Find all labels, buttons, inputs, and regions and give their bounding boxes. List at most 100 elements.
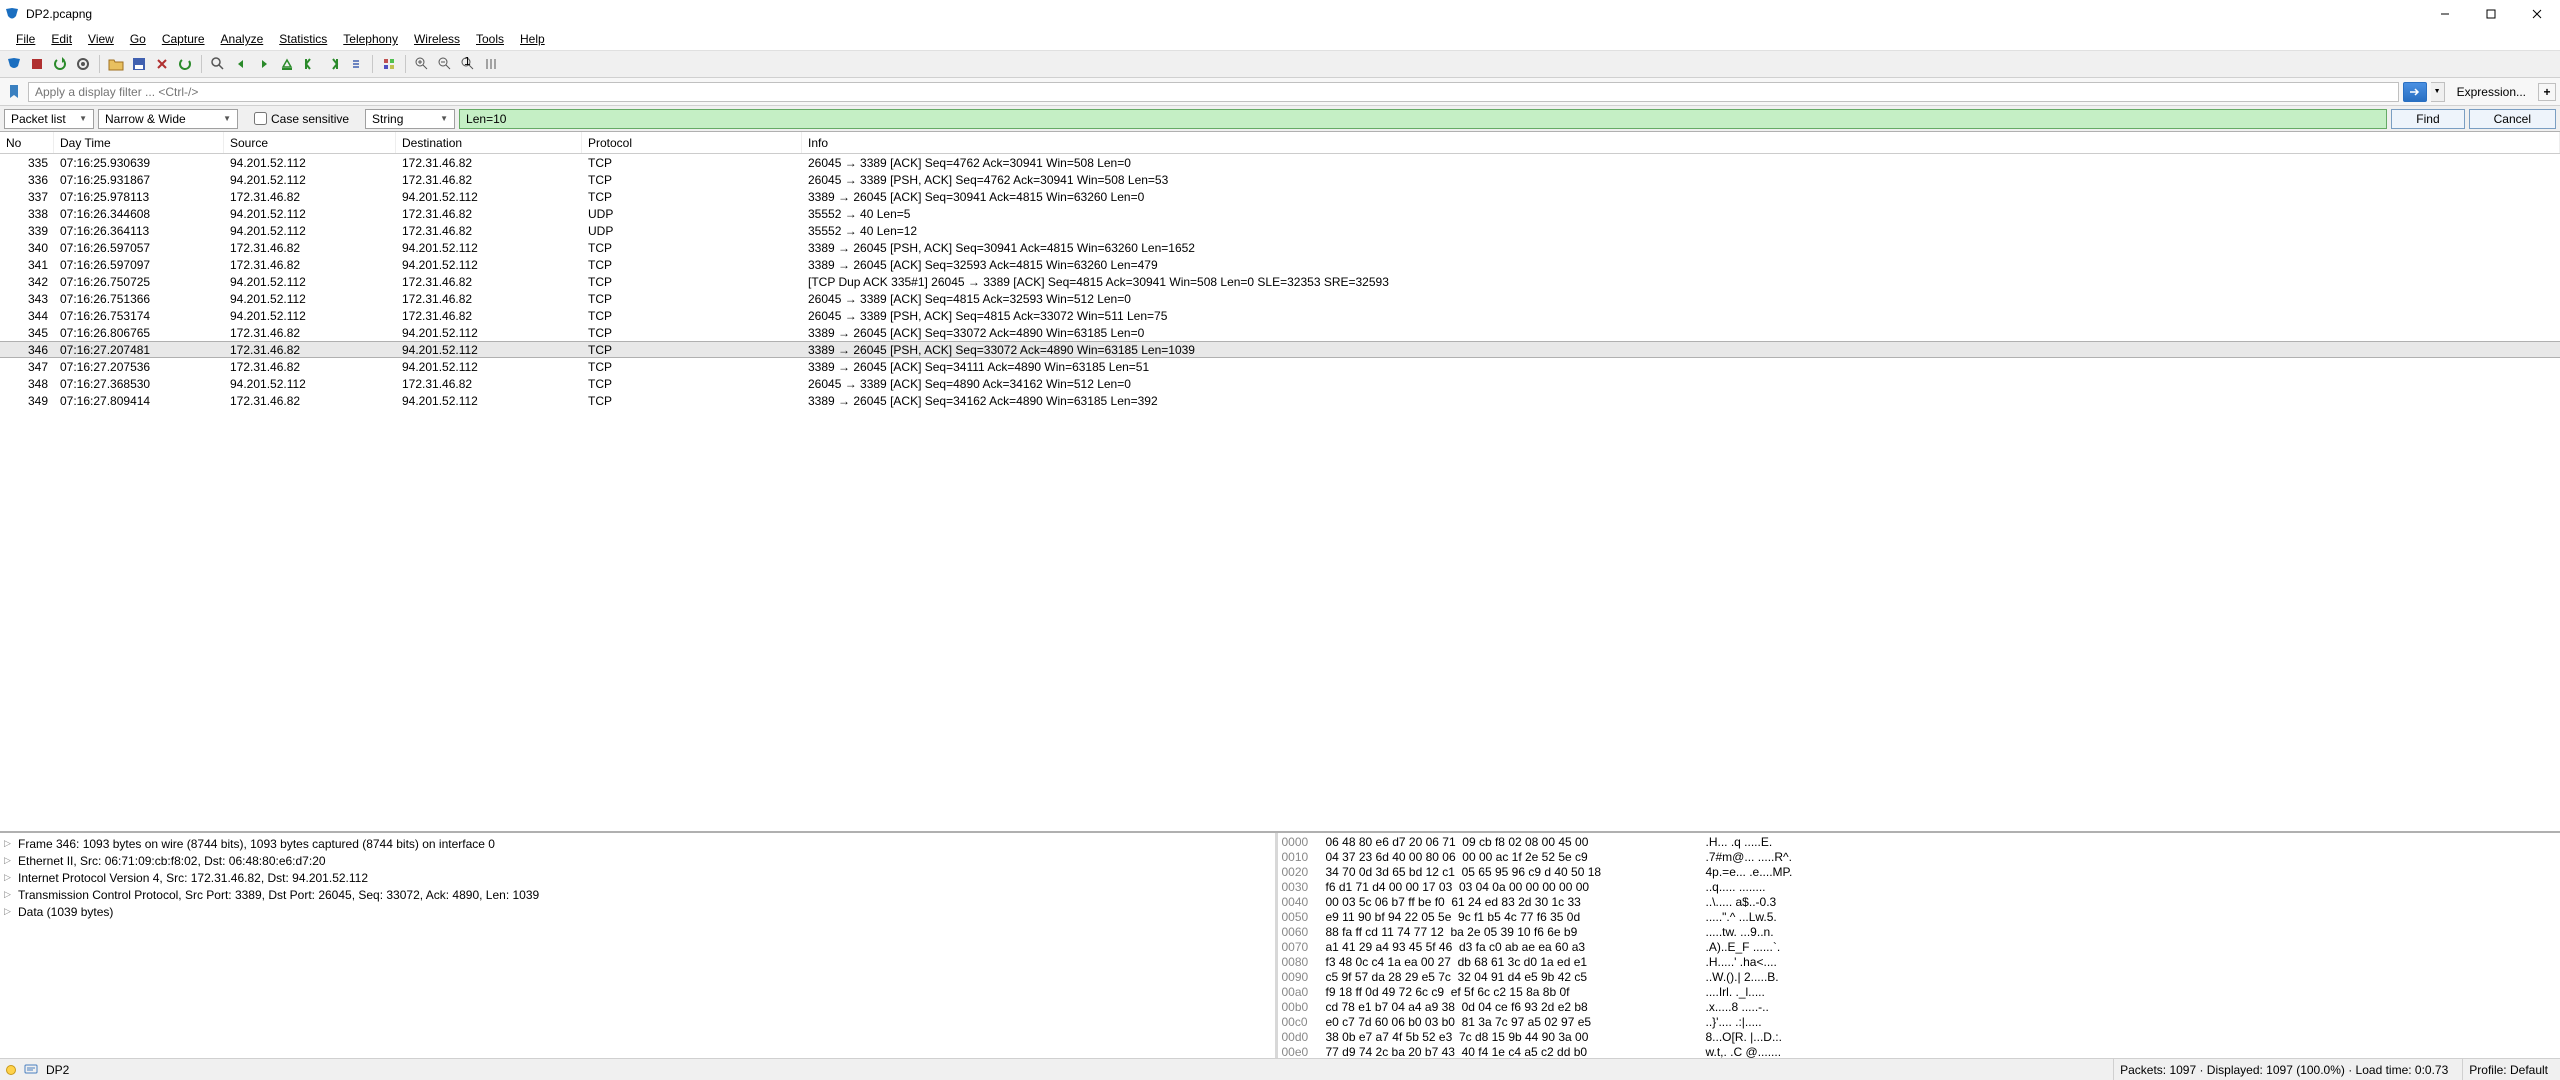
- status-packets: Packets: 1097 · Displayed: 1097 (100.0%)…: [2113, 1059, 2454, 1080]
- find-button[interactable]: Find: [2391, 109, 2464, 129]
- hex-row[interactable]: 00c0e0 c7 7d 60 06 b0 03 b0 81 3a 7c 97 …: [1282, 1015, 2557, 1030]
- hex-row[interactable]: 0050e9 11 90 bf 94 22 05 5e 9c f1 b5 4c …: [1282, 910, 2557, 925]
- restart-capture-icon[interactable]: [50, 54, 70, 74]
- menu-view[interactable]: View: [80, 30, 122, 48]
- hex-row[interactable]: 001004 37 23 6d 40 00 80 06 00 00 ac 1f …: [1282, 850, 2557, 865]
- col-destination[interactable]: Destination: [396, 132, 582, 153]
- packet-details-pane[interactable]: ▷Frame 346: 1093 bytes on wire (8744 bit…: [0, 833, 1278, 1058]
- col-info[interactable]: Info: [802, 132, 2560, 153]
- packet-row[interactable]: 33807:16:26.34460894.201.52.112172.31.46…: [0, 205, 2560, 222]
- packet-row[interactable]: 34207:16:26.75072594.201.52.112172.31.46…: [0, 273, 2560, 290]
- hex-row[interactable]: 0070a1 41 29 a4 93 45 5f 46 d3 fa c0 ab …: [1282, 940, 2557, 955]
- packet-row[interactable]: 33507:16:25.93063994.201.52.112172.31.46…: [0, 154, 2560, 171]
- add-filter-button[interactable]: +: [2538, 83, 2556, 101]
- packet-row[interactable]: 34707:16:27.207536172.31.46.8294.201.52.…: [0, 358, 2560, 375]
- go-forward-icon[interactable]: [254, 54, 274, 74]
- col-no[interactable]: No: [0, 132, 54, 153]
- hex-row[interactable]: 00b0cd 78 e1 b7 04 a4 a9 38 0d 04 ce f6 …: [1282, 1000, 2557, 1015]
- zoom-out-icon[interactable]: [435, 54, 455, 74]
- col-source[interactable]: Source: [224, 132, 396, 153]
- minimize-button[interactable]: [2422, 0, 2468, 28]
- menu-go[interactable]: Go: [122, 30, 154, 48]
- case-sensitive-checkbox[interactable]: Case sensitive: [242, 112, 361, 126]
- close-file-icon[interactable]: [152, 54, 172, 74]
- menu-edit[interactable]: Edit: [43, 30, 80, 48]
- go-to-last-icon[interactable]: [323, 54, 343, 74]
- hex-row[interactable]: 002034 70 0d 3d 65 bd 12 c1 05 65 95 96 …: [1282, 865, 2557, 880]
- hex-row[interactable]: 00d038 0b e7 a7 4f 5b 52 e3 7c d8 15 9b …: [1282, 1030, 2557, 1045]
- detail-row[interactable]: ▷Frame 346: 1093 bytes on wire (8744 bit…: [0, 835, 1275, 852]
- resize-columns-icon[interactable]: [481, 54, 501, 74]
- menu-tools[interactable]: Tools: [468, 30, 512, 48]
- statusbar: DP2 Packets: 1097 · Displayed: 1097 (100…: [0, 1058, 2560, 1080]
- go-to-packet-icon[interactable]: [277, 54, 297, 74]
- hex-row[interactable]: 006088 fa ff cd 11 74 77 12 ba 2e 05 39 …: [1282, 925, 2557, 940]
- hex-row[interactable]: 00a0f9 18 ff 0d 49 72 6c c9 ef 5f 6c c2 …: [1282, 985, 2557, 1000]
- autoscroll-icon[interactable]: [346, 54, 366, 74]
- packet-row[interactable]: 33607:16:25.93186794.201.52.112172.31.46…: [0, 171, 2560, 188]
- packet-row[interactable]: 34807:16:27.36853094.201.52.112172.31.46…: [0, 375, 2560, 392]
- filter-history-dropdown[interactable]: ▼: [2431, 82, 2445, 102]
- zoom-in-icon[interactable]: [412, 54, 432, 74]
- expert-info-icon[interactable]: [6, 1065, 16, 1075]
- detail-row[interactable]: ▷Transmission Control Protocol, Src Port…: [0, 886, 1275, 903]
- hex-row[interactable]: 0090c5 9f 57 da 28 29 e5 7c 32 04 91 d4 …: [1282, 970, 2557, 985]
- expression-button[interactable]: Expression...: [2449, 85, 2534, 99]
- menu-analyze[interactable]: Analyze: [213, 30, 272, 48]
- menu-telephony[interactable]: Telephony: [335, 30, 406, 48]
- packet-row[interactable]: 34507:16:26.806765172.31.46.8294.201.52.…: [0, 324, 2560, 341]
- hex-row[interactable]: 0030f6 d1 71 d4 00 00 17 03 03 04 0a 00 …: [1282, 880, 2557, 895]
- find-width-combo[interactable]: Narrow & Wide▼: [98, 109, 238, 129]
- zoom-reset-icon[interactable]: 1: [458, 54, 478, 74]
- col-time[interactable]: Day Time: [54, 132, 224, 153]
- close-button[interactable]: [2514, 0, 2560, 28]
- detail-row[interactable]: ▷Ethernet II, Src: 06:71:09:cb:f8:02, Ds…: [0, 852, 1275, 869]
- status-profile[interactable]: Profile: Default: [2462, 1059, 2554, 1080]
- packet-row[interactable]: 34007:16:26.597057172.31.46.8294.201.52.…: [0, 239, 2560, 256]
- filter-bookmark-icon[interactable]: [4, 82, 24, 102]
- menubar: File Edit View Go Capture Analyze Statis…: [0, 28, 2560, 50]
- menu-file[interactable]: File: [8, 30, 43, 48]
- capture-comment-icon[interactable]: [24, 1063, 38, 1077]
- hex-row[interactable]: 000006 48 80 e6 d7 20 06 71 09 cb f8 02 …: [1282, 835, 2557, 850]
- case-sensitive-input[interactable]: [254, 112, 267, 125]
- menu-help[interactable]: Help: [512, 30, 553, 48]
- find-packet-icon[interactable]: [208, 54, 228, 74]
- go-to-first-icon[interactable]: [300, 54, 320, 74]
- find-input[interactable]: [459, 109, 2387, 129]
- maximize-button[interactable]: [2468, 0, 2514, 28]
- stop-capture-icon[interactable]: [27, 54, 47, 74]
- packet-row[interactable]: 34907:16:27.809414172.31.46.8294.201.52.…: [0, 392, 2560, 409]
- hex-row[interactable]: 00e077 d9 74 2c ba 20 b7 43 40 f4 1e c4 …: [1282, 1045, 2557, 1058]
- packet-row[interactable]: 33907:16:26.36411394.201.52.112172.31.46…: [0, 222, 2560, 239]
- detail-row[interactable]: ▷Data (1039 bytes): [0, 903, 1275, 920]
- menu-wireless[interactable]: Wireless: [406, 30, 468, 48]
- packet-row[interactable]: 34607:16:27.207481172.31.46.8294.201.52.…: [0, 341, 2560, 358]
- detail-row[interactable]: ▷Internet Protocol Version 4, Src: 172.3…: [0, 869, 1275, 886]
- menu-capture[interactable]: Capture: [154, 30, 213, 48]
- start-capture-icon[interactable]: [4, 54, 24, 74]
- cancel-button[interactable]: Cancel: [2469, 109, 2556, 129]
- packet-row[interactable]: 34407:16:26.75317494.201.52.112172.31.46…: [0, 307, 2560, 324]
- save-file-icon[interactable]: [129, 54, 149, 74]
- packet-row[interactable]: 34107:16:26.597097172.31.46.8294.201.52.…: [0, 256, 2560, 273]
- colorize-icon[interactable]: [379, 54, 399, 74]
- reload-icon[interactable]: [175, 54, 195, 74]
- apply-filter-button[interactable]: [2403, 82, 2427, 102]
- packet-row[interactable]: 33707:16:25.978113172.31.46.8294.201.52.…: [0, 188, 2560, 205]
- packet-list-header: No Day Time Source Destination Protocol …: [0, 132, 2560, 154]
- display-filter-input[interactable]: [28, 82, 2399, 102]
- col-protocol[interactable]: Protocol: [582, 132, 802, 153]
- find-type-combo[interactable]: String▼: [365, 109, 455, 129]
- toolbar: 1: [0, 50, 2560, 78]
- hex-row[interactable]: 0080f3 48 0c c4 1a ea 00 27 db 68 61 3c …: [1282, 955, 2557, 970]
- find-in-combo[interactable]: Packet list▼: [4, 109, 94, 129]
- packet-list[interactable]: No Day Time Source Destination Protocol …: [0, 132, 2560, 832]
- packet-row[interactable]: 34307:16:26.75136694.201.52.112172.31.46…: [0, 290, 2560, 307]
- capture-options-icon[interactable]: [73, 54, 93, 74]
- menu-statistics[interactable]: Statistics: [271, 30, 335, 48]
- go-back-icon[interactable]: [231, 54, 251, 74]
- packet-bytes-pane[interactable]: 000006 48 80 e6 d7 20 06 71 09 cb f8 02 …: [1278, 833, 2560, 1058]
- hex-row[interactable]: 004000 03 5c 06 b7 ff be f0 61 24 ed 83 …: [1282, 895, 2557, 910]
- open-file-icon[interactable]: [106, 54, 126, 74]
